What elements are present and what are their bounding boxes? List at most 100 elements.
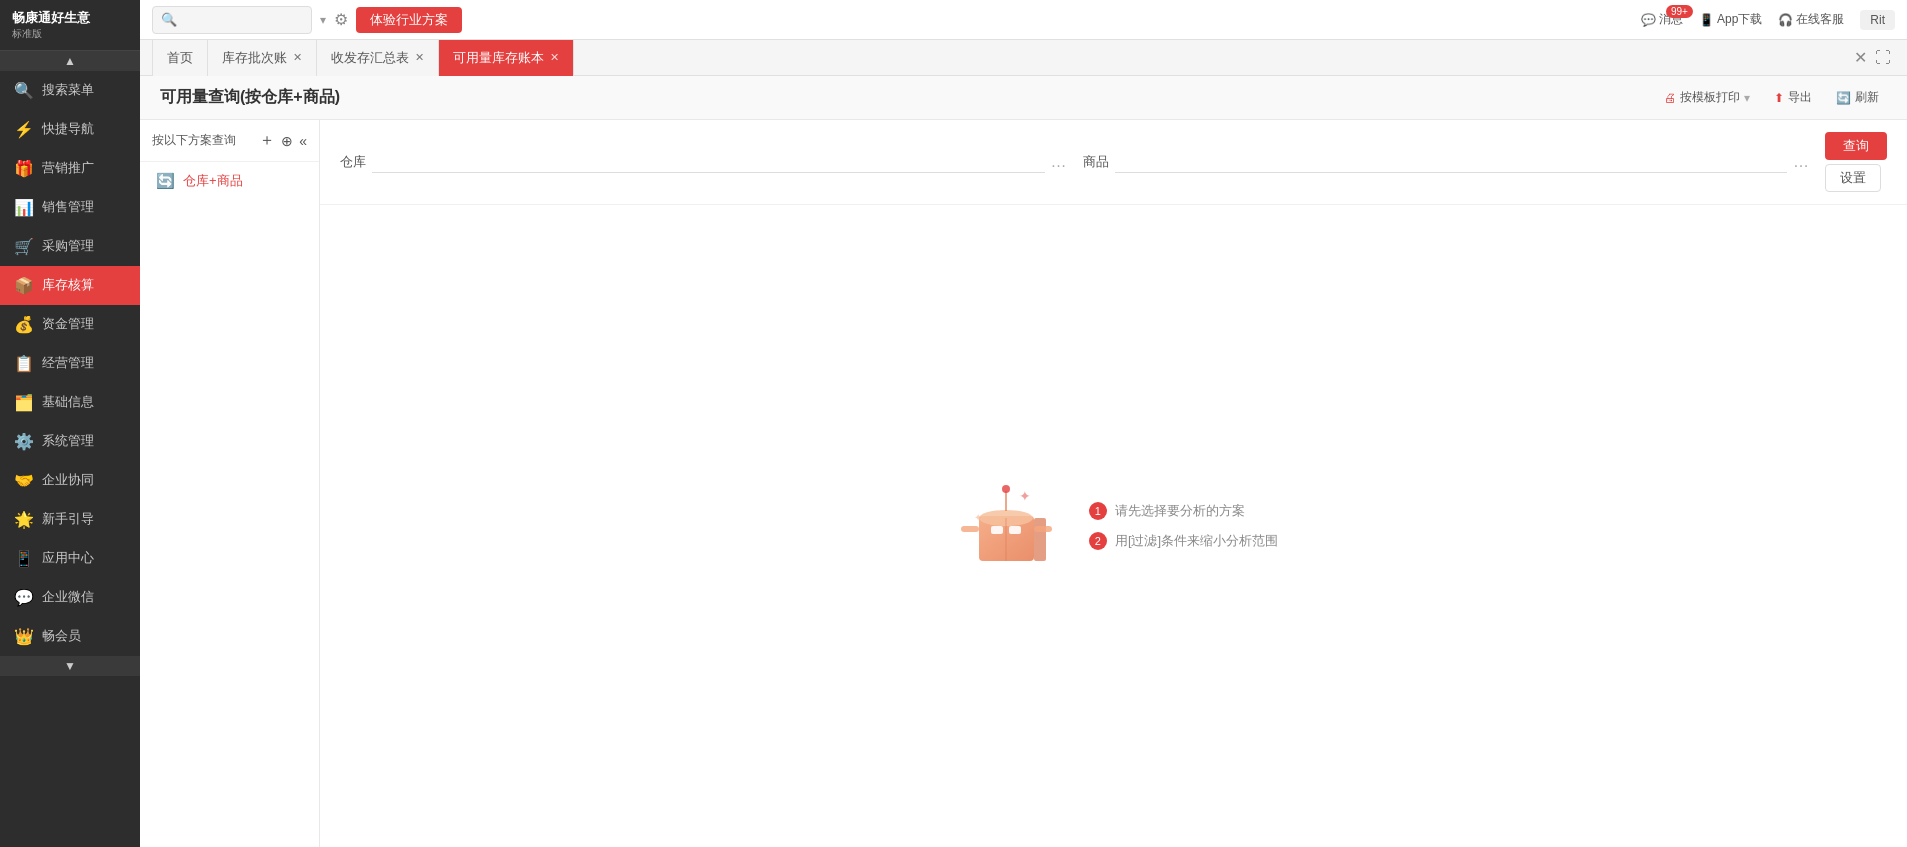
sidebar-item-sales[interactable]: 📊 销售管理: [0, 188, 140, 227]
print-btn[interactable]: 🖨 按模板打印 ▾: [1656, 86, 1758, 109]
goods-label: 商品: [1083, 153, 1109, 171]
svg-text:✦: ✦: [1019, 488, 1031, 504]
sidebar-item-marketing[interactable]: 🎁 营销推广: [0, 149, 140, 188]
sidebar-item-system[interactable]: ⚙️ 系统管理: [0, 422, 140, 461]
print-icon: 🖨: [1664, 91, 1676, 105]
page-title: 可用量查询(按仓库+商品): [160, 87, 340, 108]
tab-summary-label: 收发存汇总表: [331, 49, 409, 67]
sidebar-scroll-up[interactable]: ▲: [0, 51, 140, 71]
tab-available-close[interactable]: ✕: [550, 51, 559, 64]
export-btn[interactable]: ⬆ 导出: [1766, 86, 1820, 109]
sidebar-item-wechat[interactable]: 💬 企业微信: [0, 578, 140, 617]
goods-input[interactable]: [1115, 151, 1788, 173]
tab-summary[interactable]: 收发存汇总表 ✕: [317, 40, 439, 76]
sidebar-item-label: 畅会员: [42, 627, 81, 645]
sidebar-item-member[interactable]: 👑 畅会员: [0, 617, 140, 656]
export-label: 导出: [1788, 89, 1812, 106]
svg-rect-2: [1034, 518, 1046, 561]
sidebar-item-label: 新手引导: [42, 510, 94, 528]
sales-icon: 📊: [14, 198, 34, 217]
empty-tip-1: 1 请先选择要分析的方案: [1089, 502, 1278, 520]
filter-panel: 按以下方案查询 ＋ ⊕ « 🔄 仓库+商品: [140, 120, 320, 847]
goods-more-icon[interactable]: …: [1793, 153, 1809, 171]
topbar-right: 💬 消息 99+ 📱 App下载 🎧 在线客服 Rit: [1641, 10, 1895, 30]
warehouse-field: 仓库 …: [340, 151, 1067, 173]
industry-btn[interactable]: 体验行业方案: [356, 7, 462, 33]
sidebar-item-apps[interactable]: 📱 应用中心: [0, 539, 140, 578]
sidebar-item-search[interactable]: 🔍 搜索菜单: [0, 71, 140, 110]
filter-header-actions: ＋ ⊕ «: [259, 130, 307, 151]
sidebar-item-newbie[interactable]: 🌟 新手引导: [0, 500, 140, 539]
filter-item-warehouse-goods[interactable]: 🔄 仓库+商品: [140, 162, 319, 200]
basic-icon: 🗂️: [14, 393, 34, 412]
sidebar-item-finance[interactable]: 💰 资金管理: [0, 305, 140, 344]
tab-home[interactable]: 首页: [152, 40, 208, 76]
tabbar: 首页 库存批次账 ✕ 收发存汇总表 ✕ 可用量库存账本 ✕ ✕ ⛶: [140, 40, 1907, 76]
app-sub-label: 标准版: [12, 27, 128, 40]
warehouse-input[interactable]: [372, 151, 1045, 173]
sidebar-item-inventory[interactable]: 📦 库存核算: [0, 266, 140, 305]
topbar-gear-icon[interactable]: ⚙: [334, 10, 348, 29]
topbar-search-box[interactable]: 🔍: [152, 6, 312, 34]
filter-gear-icon[interactable]: ⊕: [281, 133, 293, 149]
app-label: App下载: [1717, 11, 1762, 28]
maximize-window-icon[interactable]: ⛶: [1875, 49, 1891, 67]
topbar-app-download[interactable]: 📱 App下载: [1699, 11, 1762, 28]
query-btn[interactable]: 查询: [1825, 132, 1887, 160]
sidebar-item-basic[interactable]: 🗂️ 基础信息: [0, 383, 140, 422]
search-icon: 🔍: [14, 81, 34, 100]
sidebar-item-label: 经营管理: [42, 354, 94, 372]
tab-summary-close[interactable]: ✕: [415, 51, 424, 64]
refresh-btn[interactable]: 🔄 刷新: [1828, 86, 1887, 109]
sidebar-item-shortcut[interactable]: ⚡ 快捷导航: [0, 110, 140, 149]
filter-add-icon[interactable]: ＋: [259, 130, 275, 151]
settings-btn[interactable]: 设置: [1825, 164, 1881, 192]
tab-batch-label: 库存批次账: [222, 49, 287, 67]
sidebar-item-label: 企业微信: [42, 588, 94, 606]
shortcut-icon: ⚡: [14, 120, 34, 139]
sidebar-item-purchase[interactable]: 🛒 采购管理: [0, 227, 140, 266]
tab-batch-close[interactable]: ✕: [293, 51, 302, 64]
warehouse-more-icon[interactable]: …: [1051, 153, 1067, 171]
sidebar-item-enterprise[interactable]: 🤝 企业协同: [0, 461, 140, 500]
service-label: 在线客服: [1796, 11, 1844, 28]
empty-tip-2-text: 用[过滤]条件来缩小分析范围: [1115, 532, 1278, 550]
svg-text:✦: ✦: [974, 512, 982, 523]
wechat-icon: 💬: [14, 588, 34, 607]
enterprise-icon: 🤝: [14, 471, 34, 490]
system-icon: ⚙️: [14, 432, 34, 451]
empty-tip-2: 2 用[过滤]条件来缩小分析范围: [1089, 532, 1278, 550]
app-logo: 畅康通好生意 标准版: [0, 0, 140, 51]
filter-item-icon: 🔄: [156, 172, 175, 190]
close-window-icon[interactable]: ✕: [1854, 48, 1867, 67]
tab-batch[interactable]: 库存批次账 ✕: [208, 40, 317, 76]
page-header: 可用量查询(按仓库+商品) 🖨 按模板打印 ▾ ⬆ 导出 🔄 刷新: [140, 76, 1907, 120]
page-actions: 🖨 按模板打印 ▾ ⬆ 导出 🔄 刷新: [1656, 86, 1887, 109]
sidebar-item-label: 营销推广: [42, 159, 94, 177]
sidebar-item-label: 库存核算: [42, 276, 94, 294]
finance-icon: 💰: [14, 315, 34, 334]
topbar-service[interactable]: 🎧 在线客服: [1778, 11, 1844, 28]
topbar-user[interactable]: Rit: [1860, 10, 1895, 30]
filter-header: 按以下方案查询 ＋ ⊕ «: [140, 120, 319, 162]
topbar-message[interactable]: 💬 消息 99+: [1641, 11, 1683, 28]
search-icon: 🔍: [161, 12, 177, 27]
print-chevron-icon[interactable]: ▾: [1744, 91, 1750, 105]
main-area: 🔍 ▾ ⚙ 体验行业方案 💬 消息 99+ 📱 App下载 🎧 在线客服 Rit: [140, 0, 1907, 847]
app-name: 畅康通好生意: [12, 10, 128, 27]
topbar: 🔍 ▾ ⚙ 体验行业方案 💬 消息 99+ 📱 App下载 🎧 在线客服 Rit: [140, 0, 1907, 40]
filter-collapse-icon[interactable]: «: [299, 133, 307, 149]
empty-tip-1-text: 请先选择要分析的方案: [1115, 502, 1245, 520]
print-label: 按模板打印: [1680, 89, 1740, 106]
sidebar-item-label: 系统管理: [42, 432, 94, 450]
search-input[interactable]: [181, 13, 291, 27]
query-actions: 查询 设置: [1825, 132, 1887, 192]
sidebar-item-label: 基础信息: [42, 393, 94, 411]
sidebar-item-operations[interactable]: 📋 经营管理: [0, 344, 140, 383]
tab-available[interactable]: 可用量库存账本 ✕: [439, 40, 574, 76]
sidebar-scroll-down[interactable]: ▼: [0, 656, 140, 676]
svg-point-9: [1002, 485, 1010, 493]
tab-available-label: 可用量库存账本: [453, 49, 544, 67]
inventory-icon: 📦: [14, 276, 34, 295]
topbar-chevron-icon[interactable]: ▾: [320, 13, 326, 27]
